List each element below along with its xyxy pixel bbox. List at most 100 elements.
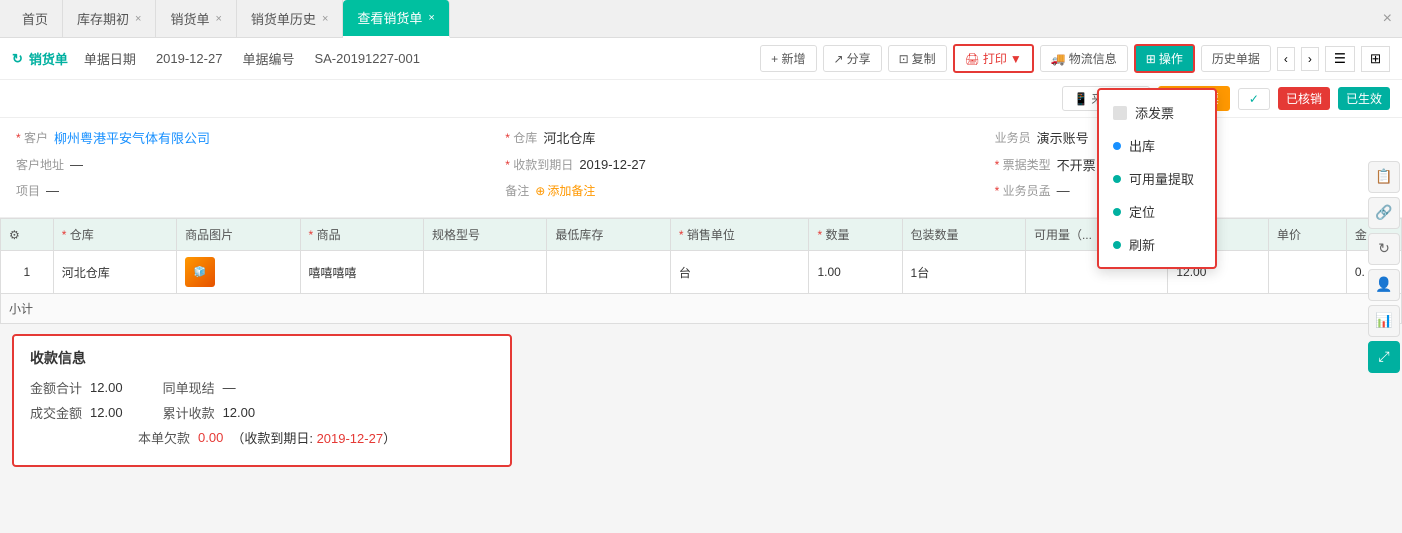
due-date-value: 2019-12-27	[579, 157, 646, 172]
col-package-qty: 包装数量	[902, 219, 1025, 251]
close-window-button[interactable]: ×	[1383, 10, 1392, 28]
col-product-img: 商品图片	[177, 219, 300, 251]
operate-icon: ⊞	[1146, 52, 1156, 66]
row-spec	[423, 251, 546, 294]
list-view-button[interactable]: ☰	[1325, 46, 1355, 72]
deal-amount-label: 成交金额	[30, 403, 82, 422]
doc-actions: + 新增 ↗ 分享 ⊡ 复制 🖨 打印 ▼ 🚚 物流信息 ⊞ 操作 历史单据 ‹…	[760, 44, 1390, 73]
deal-amount-value: 12.00	[90, 405, 123, 420]
print-dropdown-icon: ▼	[1010, 52, 1022, 66]
check-icon: ✓	[1249, 92, 1259, 106]
payment-row-3: 本单欠款 0.00 （收款到期日: 2019-12-27）	[30, 428, 494, 447]
same-order-value: —	[223, 380, 236, 395]
subtotal-label: 小计	[1, 294, 1402, 324]
amount-total-value: 12.00	[90, 380, 123, 395]
dropdown-refresh[interactable]: 刷新	[1099, 228, 1215, 261]
row-min-stock	[547, 251, 670, 294]
field-note: 备注 ⊕ 添加备注	[505, 182, 994, 199]
invoice-icon	[1113, 106, 1127, 120]
tab-sales-order[interactable]: 销货单 ×	[156, 0, 236, 38]
col-product: 商品	[300, 219, 423, 251]
due-date-note: 2019-12-27	[317, 431, 384, 446]
customer-value[interactable]: 柳州粤港平安气体有限公司	[54, 128, 210, 147]
salesperson2-value: —	[1057, 183, 1070, 198]
doc-meta: 单据日期 2019-12-27 单据编号 SA-20191227-001	[84, 49, 420, 68]
cumulative-value: 12.00	[223, 405, 256, 420]
print-icon: 🖨	[965, 52, 980, 66]
next-button[interactable]: ›	[1301, 47, 1319, 71]
ticket-type-label: 票据类型	[995, 156, 1051, 173]
field-amount-total: 金额合计 12.00	[30, 378, 123, 397]
field-project: 项目 —	[16, 182, 505, 199]
amount-total-label: 金额合计	[30, 378, 82, 397]
tab-inventory-init[interactable]: 库存期初 ×	[63, 0, 156, 38]
row-unit-price	[1269, 251, 1347, 294]
tab-view-sales[interactable]: 查看销货单 ×	[343, 0, 449, 38]
payment-row-1: 金额合计 12.00 同单现结 —	[30, 378, 494, 397]
dropdown-add-invoice[interactable]: 添发票	[1099, 96, 1215, 129]
add-note-button[interactable]: ⊕ 添加备注	[535, 182, 595, 199]
sidebar-clipboard-icon[interactable]: 📋	[1368, 161, 1400, 193]
payment-row-2: 成交金额 12.00 累计收款 12.00	[30, 403, 494, 422]
row-product-img: 🧊	[177, 251, 300, 294]
grid-view-button[interactable]: ⊞	[1361, 46, 1390, 72]
operate-button[interactable]: ⊞ 操作	[1134, 44, 1195, 73]
field-customer: 客户 柳州粤港平安气体有限公司	[16, 128, 505, 147]
sidebar-user-icon[interactable]: 👤	[1368, 269, 1400, 301]
share-button[interactable]: ↗ 分享	[823, 45, 882, 72]
doc-number-value: SA-20191227-001	[314, 51, 420, 66]
logistics-icon: 🚚	[1051, 52, 1066, 66]
col-gear: ⚙	[1, 219, 54, 251]
cumulative-label: 累计收款	[163, 403, 215, 422]
copy-button[interactable]: ⊡ 复制	[888, 45, 947, 72]
dropdown-menu: 添发票 出库 可用量提取 定位 刷新	[1097, 88, 1217, 269]
dropdown-outbound[interactable]: 出库	[1099, 129, 1215, 162]
sidebar-link-icon[interactable]: 🔗	[1368, 197, 1400, 229]
close-sales-history[interactable]: ×	[322, 13, 328, 25]
salesperson-label: 业务员	[995, 129, 1031, 146]
check-button[interactable]: ✓	[1238, 88, 1270, 110]
print-button[interactable]: 🖨 打印 ▼	[953, 44, 1034, 73]
salesperson2-label: 业务员孟	[995, 182, 1051, 199]
warehouse-label: 仓库	[505, 129, 537, 146]
close-inventory-init[interactable]: ×	[135, 13, 141, 25]
field-due-date: 收款到期日 2019-12-27	[505, 156, 994, 173]
row-warehouse: 河北仓库	[53, 251, 176, 294]
address-value: —	[70, 157, 83, 172]
history-button[interactable]: 历史单据	[1201, 45, 1271, 72]
doc-date-label: 单据日期	[84, 49, 136, 68]
tab-bar: 首页 库存期初 × 销货单 × 销货单历史 × 查看销货单 × ×	[0, 0, 1402, 38]
warehouse-value: 河北仓库	[543, 128, 595, 147]
customer-label: 客户	[16, 129, 48, 146]
dropdown-locate[interactable]: 定位	[1099, 195, 1215, 228]
project-label: 项目	[16, 182, 40, 199]
payment-title: 收款信息	[30, 348, 494, 368]
outbound-dot-icon	[1113, 142, 1121, 150]
add-note-plus-icon: ⊕	[535, 184, 545, 198]
field-deal-amount: 成交金额 12.00	[30, 403, 123, 422]
ticket-type-value: 不开票	[1057, 155, 1096, 174]
add-button[interactable]: + 新增	[760, 45, 816, 72]
logistics-button[interactable]: 🚚 物流信息	[1040, 45, 1128, 72]
tab-home[interactable]: 首页	[8, 0, 63, 38]
field-warehouse: 仓库 河北仓库	[505, 128, 994, 147]
doc-date-value: 2019-12-27	[156, 51, 223, 66]
effect-badge: 已生效	[1338, 87, 1390, 110]
close-sales-order[interactable]: ×	[215, 13, 221, 25]
prev-button[interactable]: ‹	[1277, 47, 1295, 71]
doc-title-icon: ↻	[12, 51, 23, 67]
col-min-stock: 最低库存	[547, 219, 670, 251]
share-icon: ↗	[834, 52, 844, 66]
doc-header: ↻ 销货单 单据日期 2019-12-27 单据编号 SA-20191227-0…	[0, 38, 1402, 80]
due-note: （收款到期日: 2019-12-27）	[231, 428, 396, 447]
dropdown-available[interactable]: 可用量提取	[1099, 162, 1215, 195]
sidebar-chart-icon[interactable]: 📊	[1368, 305, 1400, 337]
close-view-sales[interactable]: ×	[428, 12, 434, 24]
phone-icon: 📱	[1073, 92, 1088, 106]
sidebar-refresh-icon[interactable]: ↻	[1368, 233, 1400, 265]
tab-sales-history[interactable]: 销货单历史 ×	[237, 0, 343, 38]
row-package-qty: 1台	[902, 251, 1025, 294]
col-unit-price: 单价	[1269, 219, 1347, 251]
sidebar-expand-icon[interactable]: ⤢	[1368, 341, 1400, 373]
locate-dot-icon	[1113, 208, 1121, 216]
